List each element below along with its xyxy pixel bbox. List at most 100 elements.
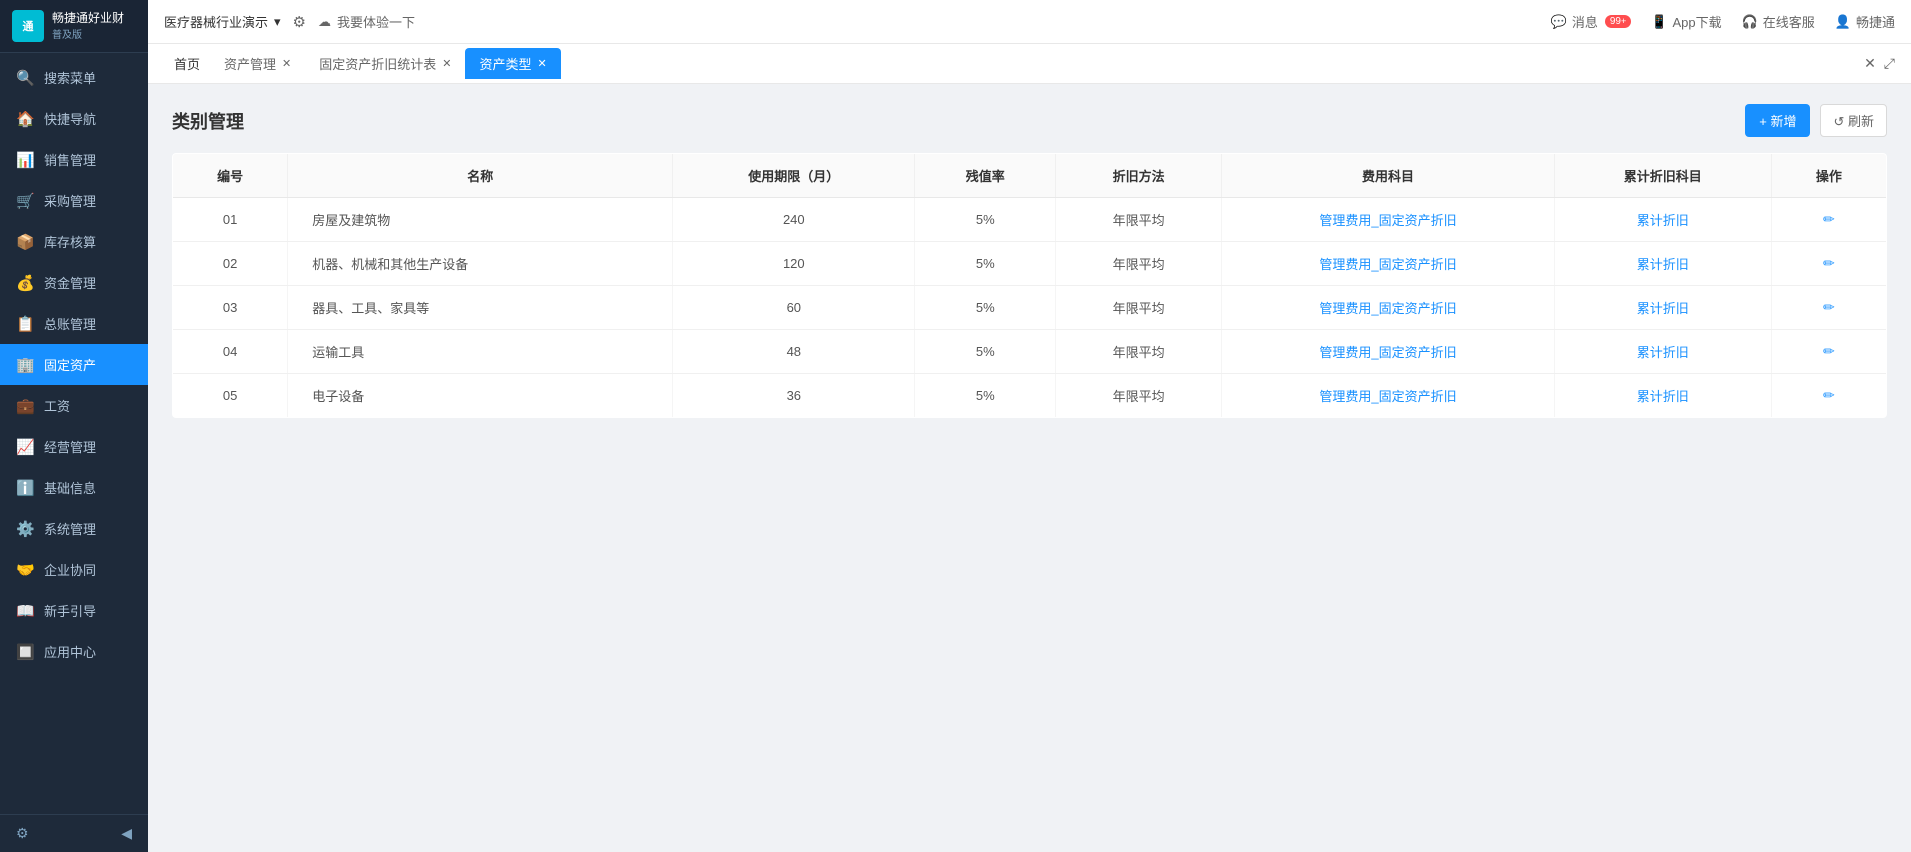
sidebar-subtitle: 普及版 [52, 26, 124, 41]
tab-label-asset-mgmt: 资产管理 [224, 54, 276, 73]
close-tab-asset-type[interactable]: ✕ [538, 57, 547, 70]
col-header-6: 累计折旧科目 [1554, 154, 1771, 198]
sales-icon: 📊 [16, 151, 34, 169]
tab-asset-mgmt[interactable]: 资产管理 ✕ [210, 48, 305, 79]
cell-4-number: 05 [173, 374, 288, 418]
base-info-icon: ℹ️ [16, 479, 34, 497]
asset-type-table: 编号名称使用期限（月）残值率折旧方法费用科目累计折旧科目操作 01房屋及建筑物2… [172, 153, 1887, 418]
cell-4-rate: 5% [915, 374, 1056, 418]
app-download-icon: 📱 [1651, 14, 1667, 30]
edit-icon-4[interactable]: ✏ [1823, 387, 1835, 403]
topbar-online-service[interactable]: 🎧在线客服 [1742, 12, 1815, 31]
cell-2-accum: 累计折旧 [1554, 286, 1771, 330]
edit-icon-1[interactable]: ✏ [1823, 255, 1835, 271]
sidebar-item-capital[interactable]: 💰资金管理 [0, 262, 148, 303]
col-header-2: 使用期限（月） [673, 154, 915, 198]
table-row: 03器具、工具、家具等605%年限平均管理费用_固定资产折旧累计折旧✏ [173, 286, 1887, 330]
topbar-user[interactable]: 👤畅捷通 [1835, 12, 1895, 31]
sidebar-title: 畅捷通好业财 [52, 11, 124, 27]
page-actions: + 新增 ↺ 刷新 [1745, 104, 1887, 137]
col-header-1: 名称 [288, 154, 673, 198]
table-header: 编号名称使用期限（月）残值率折旧方法费用科目累计折旧科目操作 [173, 154, 1887, 198]
sidebar-item-ledger[interactable]: 📋总账管理 [0, 303, 148, 344]
cell-3-action[interactable]: ✏ [1771, 330, 1886, 374]
badge-messages: 99+ [1605, 15, 1631, 28]
cell-4-expense: 管理费用_固定资产折旧 [1222, 374, 1555, 418]
cell-0-action[interactable]: ✏ [1771, 198, 1886, 242]
close-tab-depreciation-report[interactable]: ✕ [442, 57, 451, 70]
app-download-label: App下载 [1672, 12, 1721, 31]
close-tab-asset-mgmt[interactable]: ✕ [282, 57, 291, 70]
topbar-app-download[interactable]: 📱 App下载 [1651, 12, 1721, 31]
collapse-icon[interactable]: ◀ [121, 825, 132, 842]
sidebar-label-guide: 新手引导 [44, 601, 96, 620]
cell-3-number: 04 [173, 330, 288, 374]
cell-0-expense: 管理费用_固定资产折旧 [1222, 198, 1555, 242]
edit-icon-3[interactable]: ✏ [1823, 343, 1835, 359]
sidebar-nav: 🔍搜索菜单🏠快捷导航📊销售管理🛒采购管理 📦 库存核算 💰资金管理📋总账管理🏢固定资产… [0, 53, 148, 814]
sidebar-item-operations[interactable]: 📈经营管理 [0, 426, 148, 467]
guide-icon: 📖 [16, 602, 34, 620]
settings-icon[interactable]: ⚙ [16, 825, 29, 842]
refresh-button[interactable]: ↺ 刷新 [1820, 104, 1887, 137]
sidebar-item-payroll[interactable]: 💼工资 [0, 385, 148, 426]
sidebar-item-app-center[interactable]: 🔲应用中心 [0, 631, 148, 672]
payroll-icon: 💼 [16, 397, 34, 415]
sidebar-item-cooperation[interactable]: 🤝企业协同 [0, 549, 148, 590]
cooperation-icon: 🤝 [16, 561, 34, 579]
messages-icon: 💬 [1551, 14, 1567, 30]
tab-home[interactable]: 首页 [164, 48, 210, 79]
sidebar: 通 畅捷通好业财 普及版 🔍搜索菜单🏠快捷导航📊销售管理🛒采购管理 📦 库存核算 💰资… [0, 0, 148, 852]
user-label: 畅捷通 [1856, 12, 1895, 31]
topbar-settings-icon[interactable]: ⚙ [293, 13, 306, 31]
cell-1-action[interactable]: ✏ [1771, 242, 1886, 286]
sidebar-label-quick-nav: 快捷导航 [44, 109, 96, 128]
window-controls: ✕ ⤢ [1864, 55, 1895, 72]
tab-asset-type[interactable]: 资产类型 ✕ [465, 48, 560, 79]
sidebar-item-base-info[interactable]: ℹ️基础信息 [0, 467, 148, 508]
col-header-4: 折旧方法 [1056, 154, 1222, 198]
col-header-0: 编号 [173, 154, 288, 198]
sidebar-item-system[interactable]: ⚙️系统管理 [0, 508, 148, 549]
sidebar-item-quick-nav[interactable]: 🏠快捷导航 [0, 98, 148, 139]
topbar-messages[interactable]: 💬消息99+ [1551, 12, 1632, 31]
tabs-inner: 首页资产管理✕固定资产折旧统计表✕资产类型✕ [164, 48, 1860, 79]
col-header-3: 残值率 [915, 154, 1056, 198]
close-window-icon[interactable]: ✕ [1864, 55, 1876, 72]
sidebar-item-purchase[interactable]: 🛒采购管理 [0, 180, 148, 221]
sidebar-label-search: 搜索菜单 [44, 68, 96, 87]
tab-label-asset-type: 资产类型 [479, 54, 531, 73]
company-selector[interactable]: 医疗器械行业演示 ▾ [164, 12, 281, 31]
table-row: 05电子设备365%年限平均管理费用_固定资产折旧累计折旧✏ [173, 374, 1887, 418]
col-header-7: 操作 [1771, 154, 1886, 198]
sidebar-header: 通 畅捷通好业财 普及版 [0, 0, 148, 53]
maximize-window-icon[interactable]: ⤢ [1884, 55, 1895, 72]
table-body: 01房屋及建筑物2405%年限平均管理费用_固定资产折旧累计折旧✏02机器、机械… [173, 198, 1887, 418]
sidebar-label-app-center: 应用中心 [44, 642, 96, 661]
system-icon: ⚙️ [16, 520, 34, 538]
sidebar-item-sales[interactable]: 📊销售管理 [0, 139, 148, 180]
cell-3-period: 48 [673, 330, 915, 374]
sidebar-item-guide[interactable]: 📖 新手引导 [0, 590, 148, 631]
cell-1-period: 120 [673, 242, 915, 286]
cell-0-name: 房屋及建筑物 [288, 198, 673, 242]
edit-icon-0[interactable]: ✏ [1823, 211, 1835, 227]
page-header: 类别管理 + 新增 ↺ 刷新 [172, 104, 1887, 137]
table-row: 01房屋及建筑物2405%年限平均管理费用_固定资产折旧累计折旧✏ [173, 198, 1887, 242]
ledger-icon: 📋 [16, 315, 34, 333]
cell-2-name: 器具、工具、家具等 [288, 286, 673, 330]
cell-2-period: 60 [673, 286, 915, 330]
topbar: 医疗器械行业演示 ▾ ⚙ ☁ 我要体验一下 💬消息99+ 📱 App下载 🎧在线客服 👤… [148, 0, 1911, 44]
cell-2-action[interactable]: ✏ [1771, 286, 1886, 330]
cell-4-action[interactable]: ✏ [1771, 374, 1886, 418]
new-button[interactable]: + 新增 [1745, 104, 1810, 137]
sidebar-label-inventory: 库存核算 [44, 232, 96, 251]
trial-button[interactable]: ☁ 我要体验一下 [318, 12, 415, 31]
inventory-icon: 📦 [16, 233, 34, 251]
page-title: 类别管理 [172, 108, 244, 134]
edit-icon-2[interactable]: ✏ [1823, 299, 1835, 315]
sidebar-item-fixed-assets[interactable]: 🏢固定资产 [0, 344, 148, 385]
sidebar-item-search[interactable]: 🔍搜索菜单 [0, 57, 148, 98]
sidebar-item-inventory[interactable]: 📦 库存核算 [0, 221, 148, 262]
tab-depreciation-report[interactable]: 固定资产折旧统计表✕ [305, 48, 465, 79]
